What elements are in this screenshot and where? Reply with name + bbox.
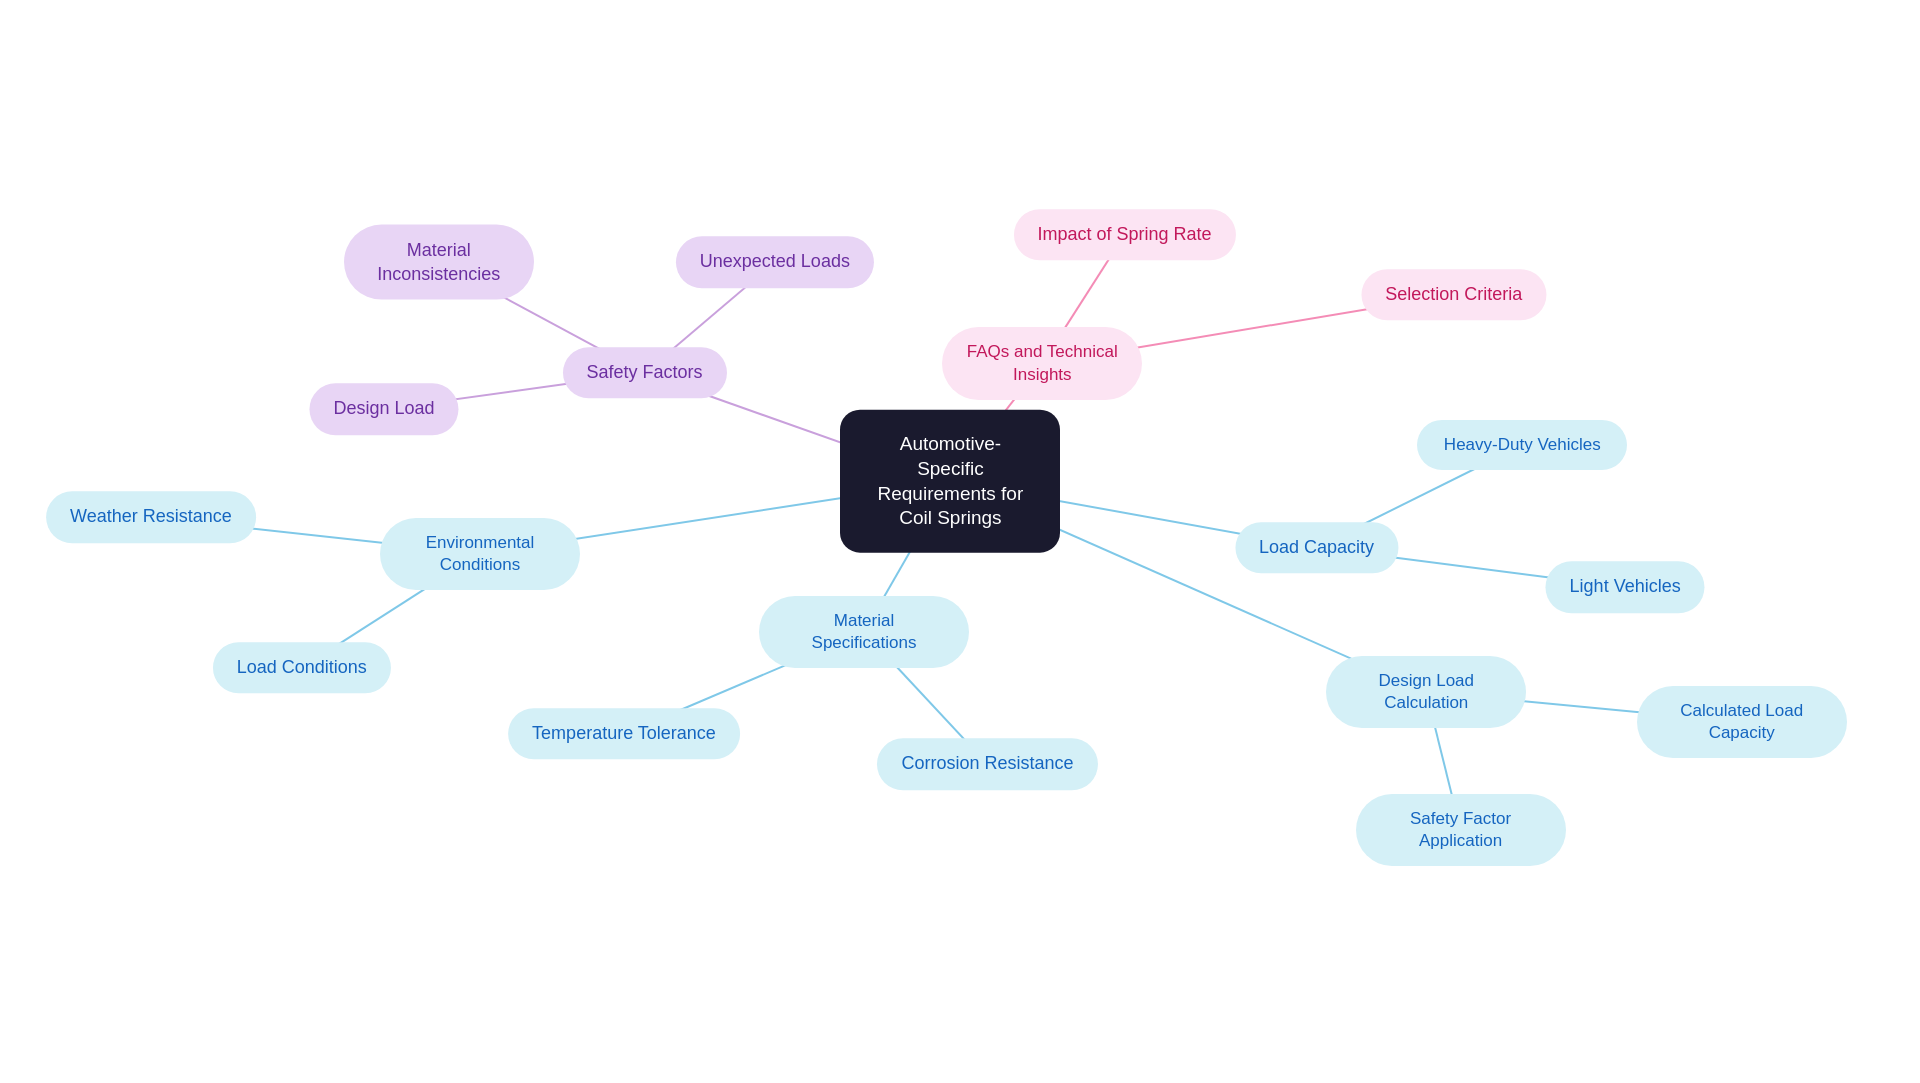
node-load-conditions[interactable]: Load Conditions — [213, 642, 391, 693]
node-light-vehicles[interactable]: Light Vehicles — [1546, 562, 1705, 613]
node-material-specifications[interactable]: Material Specifications — [759, 596, 969, 668]
node-unexpected-loads[interactable]: Unexpected Loads — [676, 237, 874, 288]
node-design-load-calculation[interactable]: Design Load Calculation — [1326, 656, 1526, 728]
node-load-capacity[interactable]: Load Capacity — [1235, 522, 1398, 573]
node-faqs-technical[interactable]: FAQs and Technical Insights — [942, 327, 1142, 399]
node-calculated-load-capacity[interactable]: Calculated Load Capacity — [1637, 686, 1847, 758]
node-selection-criteria[interactable]: Selection Criteria — [1361, 269, 1546, 320]
node-design-load[interactable]: Design Load — [309, 383, 458, 434]
node-impact-spring-rate[interactable]: Impact of Spring Rate — [1014, 209, 1236, 260]
center-node[interactable]: Automotive-Specific Requirements for Coi… — [840, 410, 1060, 553]
node-environmental-conditions[interactable]: Environmental Conditions — [380, 517, 580, 589]
node-temperature-tolerance[interactable]: Temperature Tolerance — [508, 708, 740, 759]
node-material-inconsistencies[interactable]: Material Inconsistencies — [344, 225, 534, 300]
node-safety-factors[interactable]: Safety Factors — [563, 347, 727, 398]
node-weather-resistance[interactable]: Weather Resistance — [46, 492, 256, 543]
mind-map: Automotive-Specific Requirements for Coi… — [0, 0, 1920, 1083]
node-corrosion-resistance[interactable]: Corrosion Resistance — [877, 738, 1097, 789]
node-safety-factor-application[interactable]: Safety Factor Application — [1356, 794, 1566, 866]
node-heavy-duty-vehicles[interactable]: Heavy-Duty Vehicles — [1417, 420, 1627, 470]
